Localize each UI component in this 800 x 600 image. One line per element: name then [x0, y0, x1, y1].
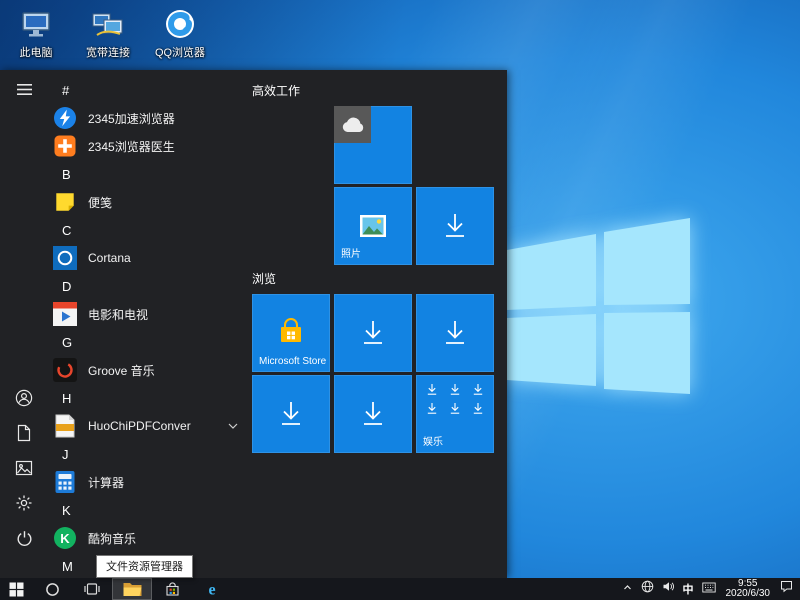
start-icon: [9, 582, 24, 597]
download-arrow-icon: [472, 402, 484, 415]
download-arrow-icon: [449, 402, 461, 415]
start-tile-area: 高效工作 浏览 照片 Microsoft Store 娱乐: [0, 70, 507, 578]
tile-label: Microsoft Store: [259, 356, 326, 367]
desktop-icon-label: 此电脑: [20, 44, 53, 60]
qq-browser-icon: [162, 6, 198, 42]
download-arrow-icon: [252, 375, 330, 453]
tile-cloud-app[interactable]: [334, 106, 412, 184]
desktop-icon-qq-browser[interactable]: QQ浏览器: [148, 6, 212, 60]
svg-text:e: e: [208, 582, 215, 598]
download-arrow-icon: [426, 383, 438, 396]
desktop-icon-this-pc[interactable]: 此电脑: [4, 6, 68, 60]
desktop-icon-broadband[interactable]: 宽带连接: [76, 6, 140, 60]
tile-group-title[interactable]: 高效工作: [252, 82, 300, 99]
tray-globe-button[interactable]: [637, 578, 658, 600]
clock-date: 2020/6/30: [726, 589, 771, 599]
clock[interactable]: 9:552020/6/30: [720, 578, 777, 600]
file-explorer-icon: [123, 582, 142, 597]
chevron-up-icon: [622, 580, 633, 598]
tile-pending-download[interactable]: [416, 294, 494, 372]
taskbar-edge-button[interactable]: e: [192, 578, 232, 600]
search-icon: [45, 582, 60, 597]
keyboard-icon: [702, 580, 716, 598]
tile-pending-download[interactable]: [252, 375, 330, 453]
taskbar-start-button[interactable]: [0, 578, 32, 600]
tooltip-file-explorer: 文件资源管理器: [96, 555, 193, 578]
system-tray: 中 9:552020/6/30: [618, 578, 800, 600]
tile-photos[interactable]: 照片: [334, 187, 412, 265]
taskbar-file-explorer-button[interactable]: [112, 578, 152, 600]
action-center-icon: [780, 580, 793, 598]
tile-group-title[interactable]: 浏览: [252, 270, 276, 287]
tile-pending-download[interactable]: [416, 187, 494, 265]
edge-icon: e: [204, 581, 220, 597]
download-arrow-icon: [416, 187, 494, 265]
taskbar: e 中 9:552020/6/30: [0, 578, 800, 600]
tile-entertainment-folder[interactable]: 娱乐: [416, 375, 494, 453]
windows-logo-icon: [500, 218, 695, 398]
tile-label: 照片: [341, 245, 361, 260]
pending-download-icons: [425, 383, 485, 415]
download-arrow-icon: [426, 402, 438, 415]
tray-chevron-up-button[interactable]: [618, 578, 637, 600]
this-pc-icon: [18, 6, 54, 42]
tray-keyboard-button[interactable]: [698, 578, 720, 600]
download-arrow-icon: [334, 375, 412, 453]
start-menu: #2345加速浏览器2345浏览器医生B便笺CCortanaD电影和电视GGro…: [0, 70, 507, 578]
download-arrow-icon: [472, 383, 484, 396]
desktop-icon-label: QQ浏览器: [155, 44, 205, 60]
desktop-icon-label: 宽带连接: [86, 44, 130, 60]
taskbar-search-button[interactable]: [32, 578, 72, 600]
tray-volume-button[interactable]: [658, 578, 679, 600]
desktop-icons: 此电脑 宽带连接 QQ浏览器: [4, 6, 212, 60]
volume-icon: [662, 580, 675, 598]
store-icon: [165, 582, 180, 597]
tile-microsoft-store[interactable]: Microsoft Store: [252, 294, 330, 372]
task-view-icon: [84, 582, 100, 596]
download-arrow-icon: [416, 294, 494, 372]
tile-label: 娱乐: [423, 433, 443, 448]
download-arrow-icon: [449, 383, 461, 396]
cloud-icon: [334, 106, 371, 143]
download-arrow-icon: [334, 294, 412, 372]
globe-icon: [641, 580, 654, 598]
tile-pending-download[interactable]: [334, 375, 412, 453]
tray-action-center-button[interactable]: [776, 578, 797, 600]
ime-indicator[interactable]: 中: [679, 578, 698, 600]
taskbar-store-button[interactable]: [152, 578, 192, 600]
broadband-icon: [90, 6, 126, 42]
taskbar-task-view-button[interactable]: [72, 578, 112, 600]
tile-pending-download[interactable]: [334, 294, 412, 372]
